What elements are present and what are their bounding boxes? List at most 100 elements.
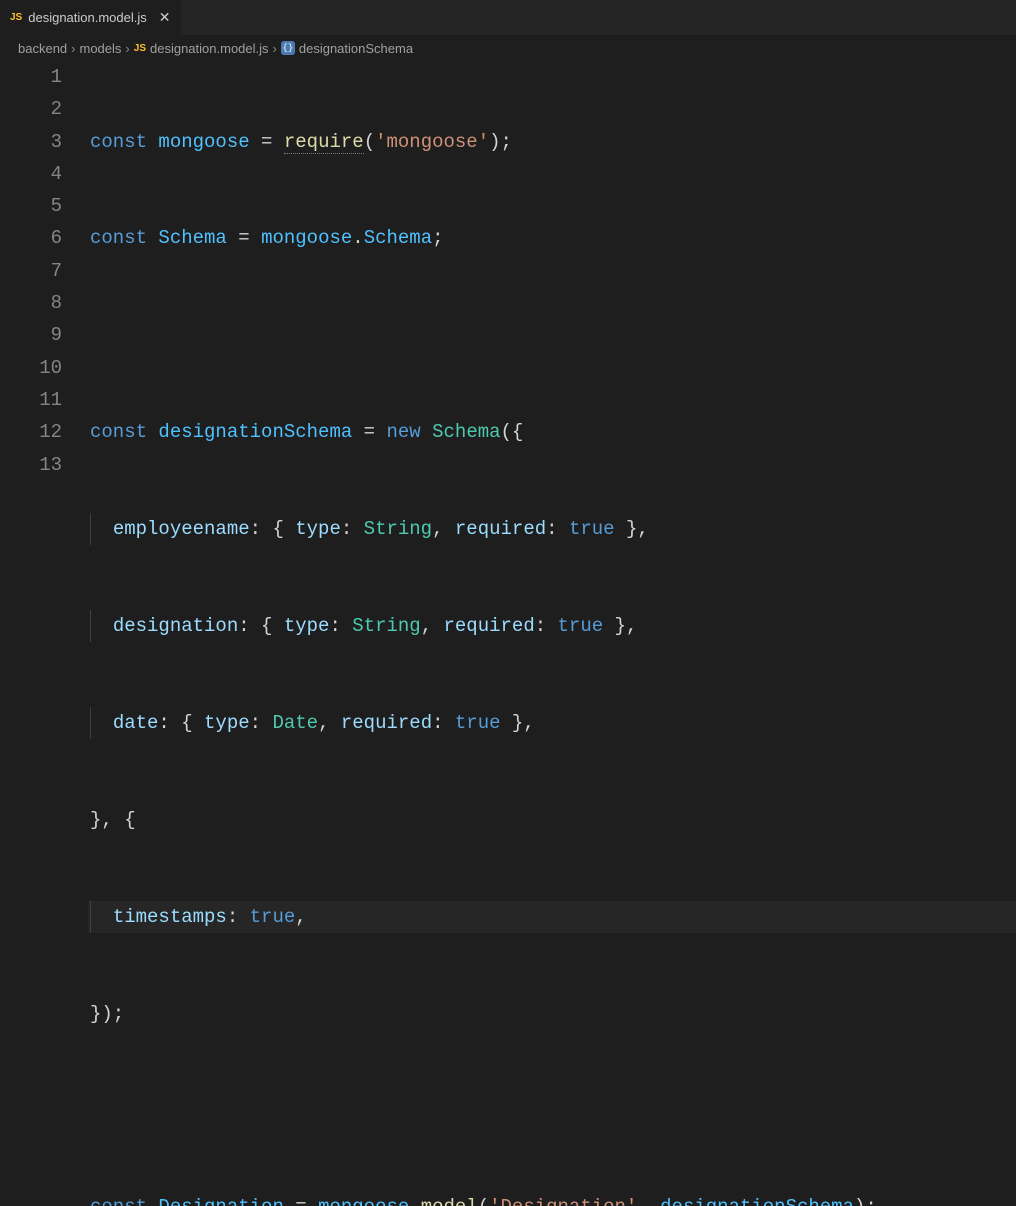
- token-brace: }, {: [90, 809, 136, 831]
- token-type: String: [364, 518, 432, 540]
- token-brace: });: [90, 1003, 124, 1025]
- token-paren: );: [489, 131, 512, 153]
- chevron-right-icon: ›: [273, 41, 277, 56]
- token-comma: ,: [432, 518, 455, 540]
- token-colon: :: [250, 712, 273, 734]
- code-line[interactable]: [88, 1095, 1016, 1127]
- gutter: 1 2 3 4 5 6 7 8 9 10 11 12 13: [0, 61, 88, 1206]
- token-prop: required: [444, 615, 535, 637]
- token-colon: :: [341, 518, 364, 540]
- line-number: 6: [0, 222, 62, 254]
- token-keyword: const: [90, 1196, 147, 1206]
- token-colon: : {: [250, 518, 296, 540]
- close-icon[interactable]: ✕: [159, 9, 171, 26]
- code-area[interactable]: const mongoose = require('mongoose'); co…: [88, 61, 1016, 1206]
- indent-guide: [90, 901, 91, 933]
- token-variable: Schema: [158, 227, 226, 249]
- token-string: 'mongoose': [375, 131, 489, 153]
- line-number: 8: [0, 287, 62, 319]
- line-number: 3: [0, 126, 62, 158]
- token-colon: :: [227, 906, 250, 928]
- token-colon: : {: [158, 712, 204, 734]
- token-comma: ,: [637, 1196, 660, 1206]
- token-brace: },: [603, 615, 637, 637]
- crumb-backend[interactable]: backend: [18, 41, 67, 56]
- code-line[interactable]: const Schema = mongoose.Schema;: [88, 222, 1016, 254]
- token-colon: : {: [238, 615, 284, 637]
- token-prop: Schema: [364, 227, 432, 249]
- token-prop: date: [113, 712, 159, 734]
- line-number: 4: [0, 158, 62, 190]
- crumb-symbol[interactable]: designationSchema: [299, 41, 413, 56]
- token-type: Date: [272, 712, 318, 734]
- code-line[interactable]: date: { type: Date, required: true },: [88, 707, 1016, 739]
- token-variable: mongoose: [318, 1196, 409, 1206]
- token-prop: designation: [113, 615, 238, 637]
- token-type: String: [352, 615, 420, 637]
- token-paren: ({: [501, 421, 524, 443]
- token-variable: designationSchema: [158, 421, 352, 443]
- line-number: 13: [0, 449, 62, 481]
- code-line[interactable]: const Designation = mongoose.model('Desi…: [88, 1191, 1016, 1206]
- token-bool: true: [455, 712, 501, 734]
- line-number: 9: [0, 319, 62, 351]
- chevron-right-icon: ›: [71, 41, 75, 56]
- line-number: 12: [0, 416, 62, 448]
- token-comma: ,: [295, 906, 306, 928]
- breadcrumb[interactable]: backend › models › JS designation.model.…: [0, 35, 1016, 61]
- token-op: =: [352, 421, 386, 443]
- token-colon: :: [329, 615, 352, 637]
- token-colon: :: [432, 712, 455, 734]
- token-paren: );: [854, 1196, 877, 1206]
- tab-bar: JS designation.model.js ✕: [0, 0, 1016, 35]
- token-brace: },: [615, 518, 649, 540]
- token-sp: [421, 421, 432, 443]
- token-semi: ;: [432, 227, 443, 249]
- crumb-models[interactable]: models: [80, 41, 122, 56]
- token-brace: },: [501, 712, 535, 734]
- indent-guide: [90, 707, 91, 739]
- js-icon: JS: [10, 12, 22, 23]
- crumb-file[interactable]: designation.model.js: [150, 41, 269, 56]
- code-line[interactable]: designation: { type: String, required: t…: [88, 610, 1016, 642]
- token-bool: true: [569, 518, 615, 540]
- token-paren: (: [478, 1196, 489, 1206]
- token-variable: Designation: [158, 1196, 283, 1206]
- token-op: =: [284, 1196, 318, 1206]
- token-colon: :: [535, 615, 558, 637]
- code-line[interactable]: });: [88, 998, 1016, 1030]
- code-line[interactable]: const mongoose = require('mongoose');: [88, 126, 1016, 158]
- code-line[interactable]: employeename: { type: String, required: …: [88, 513, 1016, 545]
- indent-guide: [90, 513, 91, 545]
- code-line[interactable]: [88, 319, 1016, 351]
- token-function: model: [421, 1196, 478, 1206]
- token-class: Schema: [432, 421, 500, 443]
- line-number: 2: [0, 93, 62, 125]
- code-line-active[interactable]: timestamps: true,: [88, 901, 1016, 933]
- token-prop: timestamps: [113, 906, 227, 928]
- token-bool: true: [250, 906, 296, 928]
- chevron-right-icon: ›: [125, 41, 129, 56]
- symbol-icon: {}: [281, 41, 295, 55]
- token-keyword: const: [90, 227, 147, 249]
- token-prop: type: [295, 518, 341, 540]
- js-icon: JS: [134, 43, 146, 54]
- token-op: =: [227, 227, 261, 249]
- line-number: 11: [0, 384, 62, 416]
- token-prop: employeename: [113, 518, 250, 540]
- token-colon: :: [546, 518, 569, 540]
- line-number: 1: [0, 61, 62, 93]
- code-editor[interactable]: 1 2 3 4 5 6 7 8 9 10 11 12 13 const mong…: [0, 61, 1016, 1206]
- token-dot: .: [352, 227, 363, 249]
- token-prop: type: [204, 712, 250, 734]
- line-number: 7: [0, 255, 62, 287]
- token-dot: .: [409, 1196, 420, 1206]
- token-comma: ,: [318, 712, 341, 734]
- code-line[interactable]: const designationSchema = new Schema({: [88, 416, 1016, 448]
- tab-designation-model[interactable]: JS designation.model.js ✕: [0, 0, 182, 35]
- line-number: 5: [0, 190, 62, 222]
- code-line[interactable]: }, {: [88, 804, 1016, 836]
- token-prop: required: [455, 518, 546, 540]
- token-keyword: const: [90, 131, 147, 153]
- token-keyword: new: [386, 421, 420, 443]
